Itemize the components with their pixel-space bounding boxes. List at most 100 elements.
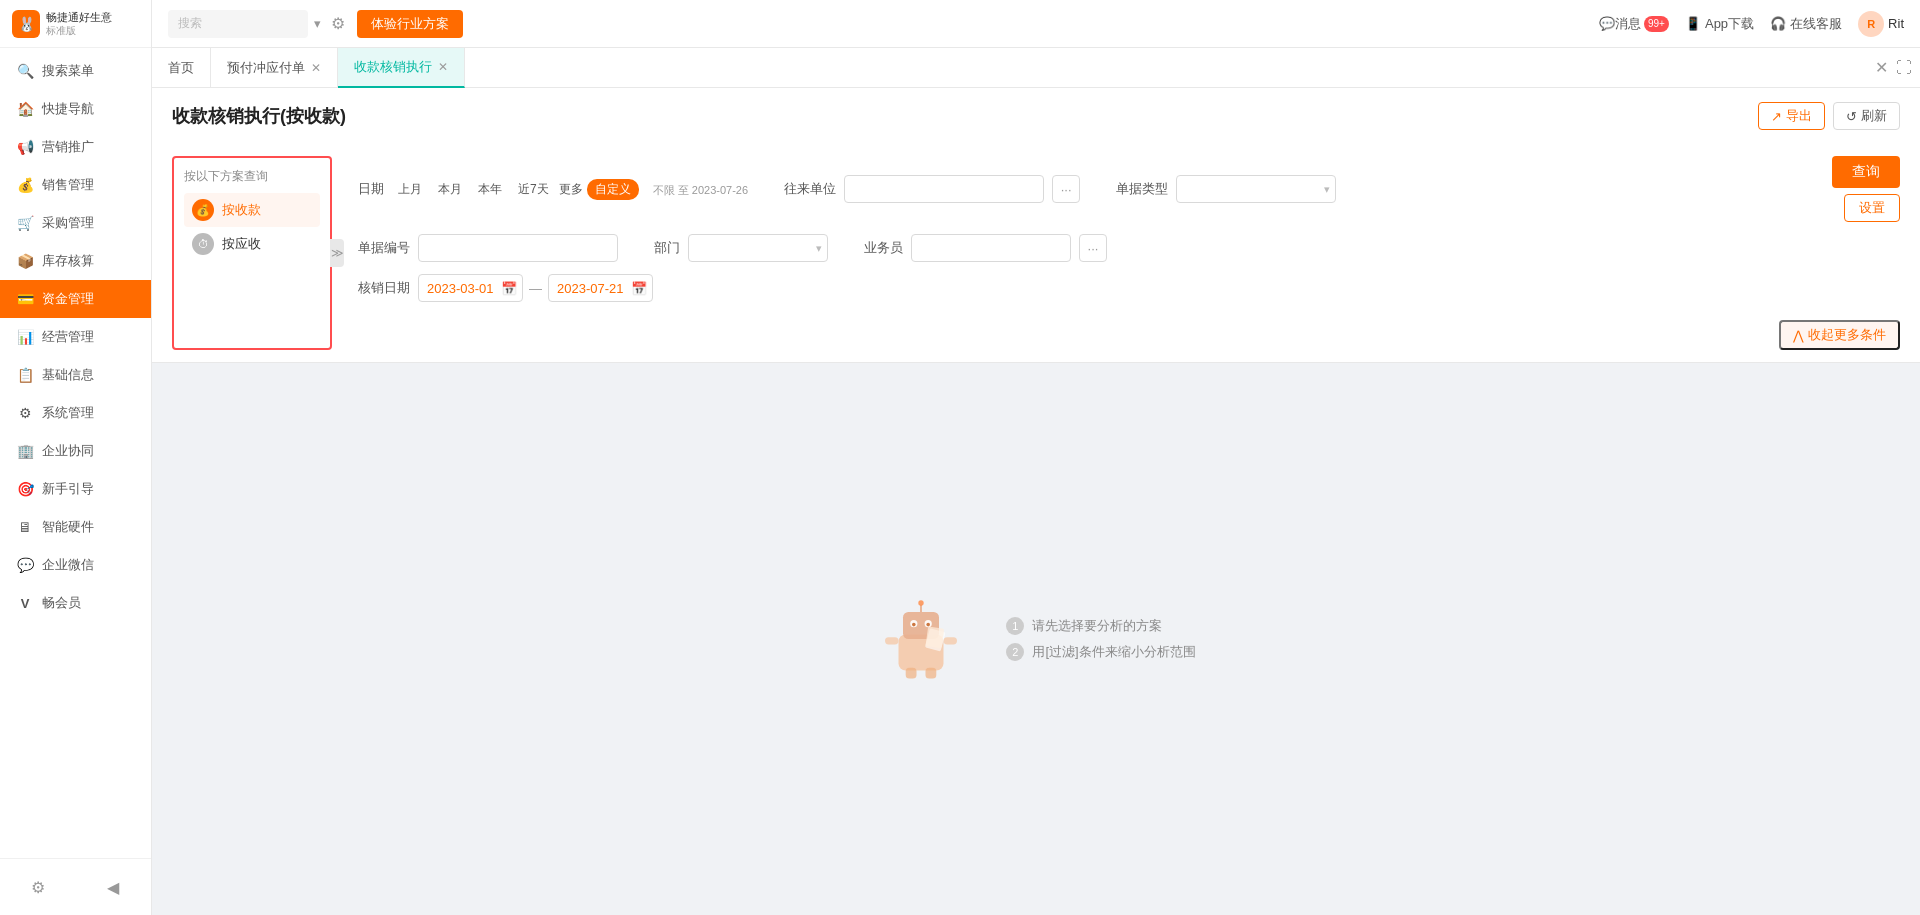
- staff-more-btn[interactable]: ···: [1079, 234, 1107, 262]
- sales-icon: 💰: [16, 176, 34, 194]
- doc-no-label: 单据编号: [358, 239, 410, 257]
- expand-icon[interactable]: ⛶: [1896, 59, 1912, 77]
- filter-action-col: 查询 设置: [1832, 156, 1900, 222]
- sidebar-item-sales[interactable]: 💰 销售管理: [0, 166, 151, 204]
- query-btn[interactable]: 查询: [1832, 156, 1900, 188]
- counterparty-more-btn[interactable]: ···: [1052, 175, 1080, 203]
- purchase-icon: 🛒: [16, 214, 34, 232]
- prev-month-option[interactable]: 上月: [392, 179, 428, 200]
- date-label: 日期: [358, 180, 384, 198]
- more-date-option[interactable]: 更多: [559, 181, 583, 198]
- sidebar-logo: 🐰 畅捷通好生意 标准版: [0, 0, 151, 48]
- sidebar-item-quick-nav[interactable]: 🏠 快捷导航: [0, 90, 151, 128]
- sidebar-item-inventory[interactable]: 📦 库存核算: [0, 242, 151, 280]
- date-start-input[interactable]: [418, 274, 523, 302]
- svg-rect-13: [926, 626, 945, 648]
- dept-select-wrap: [688, 234, 828, 262]
- collapse-icon: ⋀: [1793, 328, 1804, 343]
- export-btn[interactable]: ↗ 导出: [1758, 102, 1825, 130]
- app-download-btn[interactable]: 📱 App下载: [1685, 15, 1754, 33]
- tab-prepay[interactable]: 预付冲应付单 ✕: [211, 48, 338, 88]
- sidebar-item-management[interactable]: 📊 经营管理: [0, 318, 151, 356]
- sidebar-item-search[interactable]: 🔍 搜索菜单: [0, 52, 151, 90]
- doc-type-select[interactable]: [1176, 175, 1336, 203]
- verification-date-label: 核销日期: [358, 279, 410, 297]
- tip-num-2: 2: [1006, 643, 1024, 661]
- tab-collection-close-icon[interactable]: ✕: [438, 60, 448, 74]
- svg-point-5: [927, 623, 931, 627]
- topbar-search-placeholder: 搜索: [178, 15, 202, 32]
- topbar-arrow-icon[interactable]: ▾: [314, 16, 321, 31]
- management-icon: 📊: [16, 328, 34, 346]
- member-icon: V: [16, 594, 34, 612]
- date-end-wrap: 📅: [548, 274, 653, 302]
- filter-panel-collapse-btn[interactable]: ≫: [330, 239, 344, 267]
- sidebar-item-marketing[interactable]: 📢 营销推广: [0, 128, 151, 166]
- close-window-icon[interactable]: ✕: [1875, 58, 1888, 77]
- 7days-option[interactable]: 近7天: [512, 179, 555, 200]
- app-icon: 📱: [1685, 16, 1701, 31]
- settings-bottom-icon[interactable]: ⚙: [20, 869, 56, 905]
- user-profile-btn[interactable]: R Rit: [1858, 11, 1904, 37]
- collapse-sidebar-icon[interactable]: ◀︎: [95, 869, 131, 905]
- empty-content: 1 请先选择要分析的方案 2 用[过滤]条件来缩小分析范围: [876, 594, 1195, 684]
- headset-icon: 🎧: [1770, 16, 1786, 31]
- home-icon: 🏠: [16, 100, 34, 118]
- staff-field: 业务员 ···: [864, 234, 1107, 262]
- hardware-icon: 🖥: [16, 518, 34, 536]
- filter-row-1: 日期 上月 本月 本年 近7天 更多 自定义 不限 至 2023-07-26: [358, 156, 1900, 222]
- online-service-btn[interactable]: 🎧 在线客服: [1770, 15, 1842, 33]
- sidebar-item-finance[interactable]: 💳 资金管理: [0, 280, 151, 318]
- collapse-more-btn[interactable]: ⋀ 收起更多条件: [1779, 320, 1900, 350]
- enterprise-icon: 🏢: [16, 442, 34, 460]
- this-month-option[interactable]: 本月: [432, 179, 468, 200]
- date-end-input[interactable]: [548, 274, 653, 302]
- custom-date-tag[interactable]: 自定义: [587, 179, 639, 200]
- message-btn[interactable]: 💬 消息 99+: [1599, 15, 1669, 33]
- topbar-left: 搜索 ▾ ⚙ 体验行业方案: [168, 10, 1599, 38]
- counterparty-label: 往来单位: [784, 180, 836, 198]
- sidebar-item-member[interactable]: V 畅会员: [0, 584, 151, 622]
- tab-prepay-close-icon[interactable]: ✕: [311, 61, 321, 75]
- date-range-separator: —: [529, 281, 542, 296]
- sidebar-item-hardware[interactable]: 🖥 智能硬件: [0, 508, 151, 546]
- svg-rect-9: [944, 637, 958, 644]
- sidebar-item-guide[interactable]: 🎯 新手引导: [0, 470, 151, 508]
- sidebar-item-wechat[interactable]: 💬 企业微信: [0, 546, 151, 584]
- sidebar-item-system[interactable]: ⚙ 系统管理: [0, 394, 151, 432]
- tab-home[interactable]: 首页: [152, 48, 211, 88]
- doc-type-label: 单据类型: [1116, 180, 1168, 198]
- filter-right-area: 日期 上月 本月 本年 近7天 更多 自定义 不限 至 2023-07-26: [344, 156, 1900, 350]
- receivable-option-icon: ⏱: [192, 233, 214, 255]
- sidebar-item-enterprise[interactable]: 🏢 企业协同: [0, 432, 151, 470]
- this-year-option[interactable]: 本年: [472, 179, 508, 200]
- topbar-search-box[interactable]: 搜索: [168, 10, 308, 38]
- filter-area: 按以下方案查询 💰 按收款 ⏱ 按应收 ≫: [152, 144, 1920, 363]
- refresh-btn[interactable]: ↺ 刷新: [1833, 102, 1900, 130]
- doc-no-field: 单据编号: [358, 234, 618, 262]
- settings-btn[interactable]: 设置: [1844, 194, 1900, 222]
- doc-no-input[interactable]: [418, 234, 618, 262]
- svg-rect-10: [906, 668, 917, 679]
- sidebar-item-base-info[interactable]: 📋 基础信息: [0, 356, 151, 394]
- filter-option-by-receivable[interactable]: ⏱ 按应收: [184, 227, 320, 261]
- dept-field: 部门: [654, 234, 828, 262]
- filter-row-3: 核销日期 📅 — 📅: [358, 274, 1900, 302]
- staff-label: 业务员: [864, 239, 903, 257]
- topbar-gear-icon[interactable]: ⚙: [331, 14, 345, 33]
- filter-option-by-collection[interactable]: 💰 按收款: [184, 193, 320, 227]
- topbar: 搜索 ▾ ⚙ 体验行业方案 💬 消息 99+ 📱 App下载 🎧 在线客服 R …: [152, 0, 1920, 48]
- svg-rect-11: [926, 668, 937, 679]
- sidebar-item-purchase[interactable]: 🛒 采购管理: [0, 204, 151, 242]
- filter-row-2: 单据编号 部门 业务员 ···: [358, 234, 1900, 262]
- staff-input[interactable]: [911, 234, 1071, 262]
- empty-tip-1: 1 请先选择要分析的方案: [1006, 617, 1195, 635]
- export-icon: ↗: [1771, 109, 1782, 124]
- dept-select[interactable]: [688, 234, 828, 262]
- counterparty-input[interactable]: [844, 175, 1044, 203]
- collection-option-icon: 💰: [192, 199, 214, 221]
- tab-collection[interactable]: 收款核销执行 ✕: [338, 48, 465, 88]
- industry-btn[interactable]: 体验行业方案: [357, 10, 463, 38]
- guide-icon: 🎯: [16, 480, 34, 498]
- refresh-icon: ↺: [1846, 109, 1857, 124]
